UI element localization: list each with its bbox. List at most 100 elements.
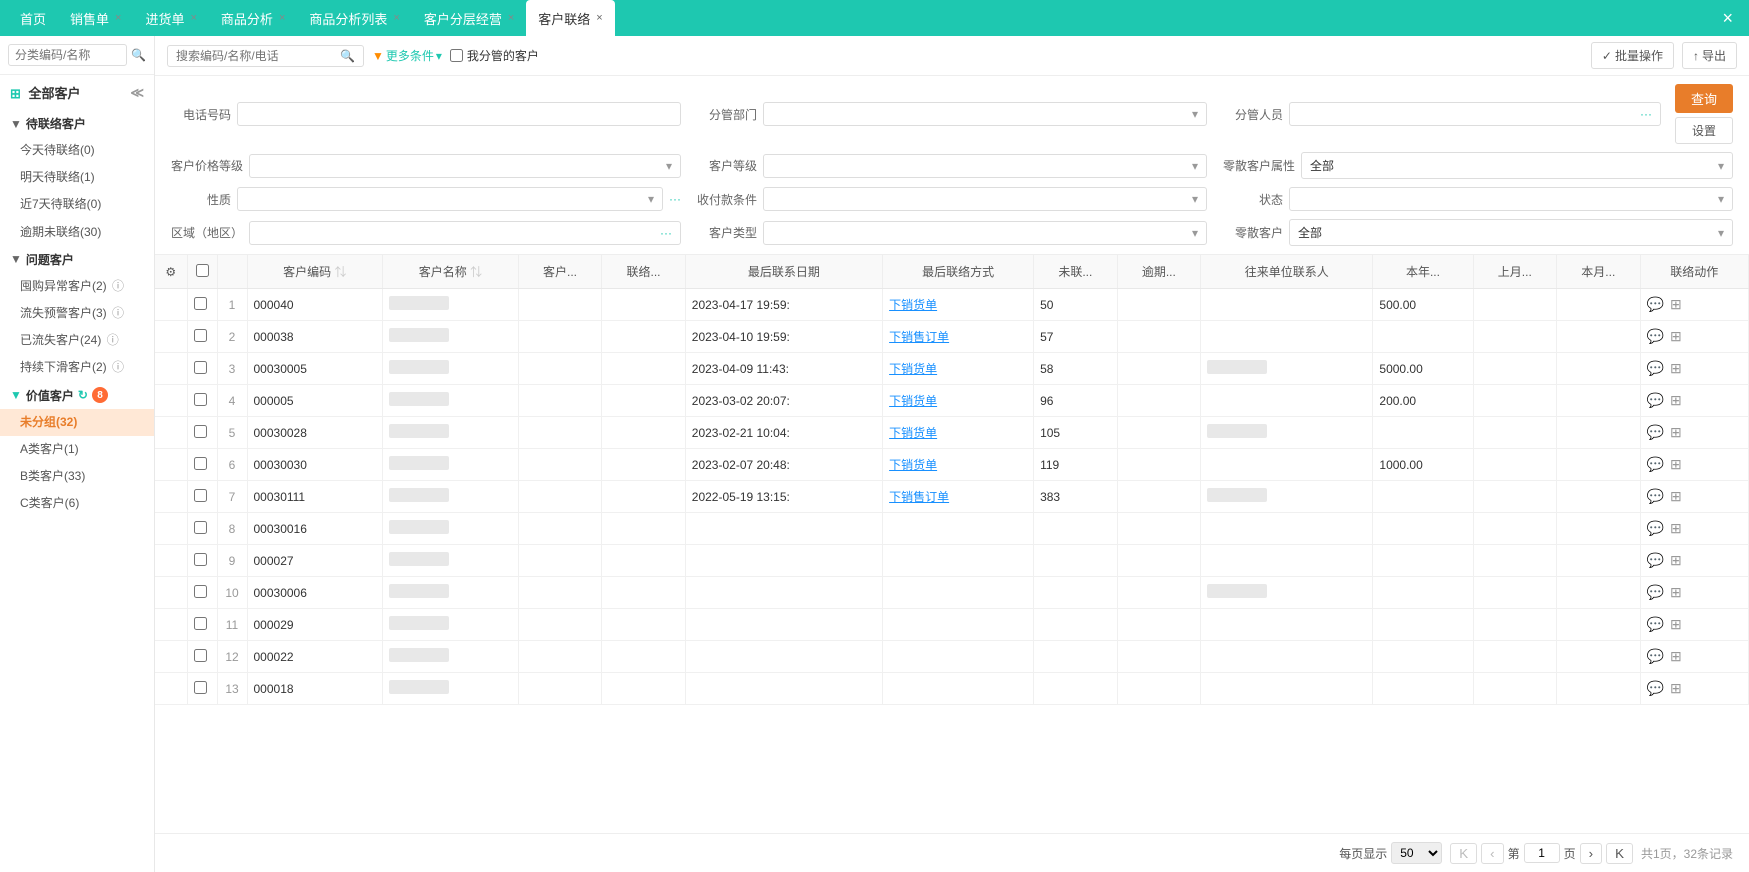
row-last-contact-method[interactable]: 下销售订单	[883, 321, 1034, 353]
grid-action-icon[interactable]: ⊞	[1670, 584, 1682, 601]
col-name[interactable]: 客户名称 ⇅	[383, 255, 519, 289]
row-last-contact-method[interactable]: 下销货单	[883, 385, 1034, 417]
prev-btn[interactable]: ‹	[1481, 843, 1503, 864]
col-code[interactable]: 客户编码 ⇅	[247, 255, 383, 289]
col-current-month[interactable]: 本月...	[1557, 255, 1641, 289]
grid-action-icon[interactable]: ⊞	[1670, 360, 1682, 377]
col-unit-contact[interactable]: 往来单位联系人	[1201, 255, 1373, 289]
tab-sales-close[interactable]: ×	[115, 12, 121, 24]
tab-customer-contact-close[interactable]: ×	[596, 12, 602, 24]
row-check-2[interactable]	[194, 361, 207, 374]
export-btn[interactable]: ↑ 导出	[1682, 42, 1737, 69]
sidebar-item-declining[interactable]: 持续下滑客户(2) ⓘ	[0, 354, 154, 381]
sidebar-item-churn-warning[interactable]: 流失预警客户(3) ⓘ	[0, 300, 154, 327]
row-last-contact-method[interactable]	[883, 641, 1034, 673]
grid-action-icon[interactable]: ⊞	[1670, 424, 1682, 441]
gender-dots[interactable]: ···	[669, 192, 681, 206]
my-customers-checkbox[interactable]: 我分管的客户	[450, 47, 539, 64]
row-checkbox[interactable]	[187, 545, 217, 577]
row-last-contact-method[interactable]	[883, 609, 1034, 641]
comment-action-icon[interactable]: 💬	[1647, 520, 1664, 537]
row-check-5[interactable]	[194, 457, 207, 470]
row-check-7[interactable]	[194, 521, 207, 534]
search-input[interactable]	[176, 49, 336, 63]
sidebar-item-tomorrow[interactable]: 明天待联络(1)	[0, 164, 154, 191]
tab-customer-segment-close[interactable]: ×	[508, 12, 514, 24]
tab-analysis[interactable]: 商品分析 ×	[209, 0, 297, 36]
page-input[interactable]	[1524, 843, 1560, 863]
row-checkbox[interactable]	[187, 513, 217, 545]
sidebar-group-value[interactable]: ▼ 价值客户 ↻ 8	[0, 382, 154, 409]
sidebar-item-7days[interactable]: 近7天待联络(0)	[0, 191, 154, 218]
row-checkbox[interactable]	[187, 289, 217, 321]
tab-purchase[interactable]: 进货单 ×	[133, 0, 208, 36]
col-last-contact-date[interactable]: 最后联系日期	[685, 255, 882, 289]
phone-input[interactable]	[237, 102, 681, 126]
sidebar-all-customers[interactable]: ⊞ 全部客户 ≪	[0, 75, 154, 110]
comment-action-icon[interactable]: 💬	[1647, 456, 1664, 473]
search-icon[interactable]: 🔍	[340, 49, 355, 63]
col-last-month[interactable]: 上月...	[1473, 255, 1557, 289]
select-all-checkbox[interactable]	[196, 264, 209, 277]
sidebar-item-churned[interactable]: 已流失客户(24) ⓘ	[0, 327, 154, 354]
comment-action-icon[interactable]: 💬	[1647, 328, 1664, 345]
reset-button[interactable]: 设置	[1675, 117, 1733, 144]
row-last-contact-method[interactable]	[883, 513, 1034, 545]
region-select[interactable]: ···	[249, 221, 681, 245]
query-button[interactable]: 查询	[1675, 84, 1733, 113]
col-contact[interactable]: 联络...	[602, 255, 686, 289]
tab-sales[interactable]: 销售单 ×	[58, 0, 133, 36]
grid-action-icon[interactable]: ⊞	[1670, 552, 1682, 569]
price-grade-select[interactable]: ▾	[249, 154, 681, 178]
col-last-contact-method[interactable]: 最后联络方式	[883, 255, 1034, 289]
col-current-year[interactable]: 本年...	[1373, 255, 1473, 289]
row-checkbox[interactable]	[187, 417, 217, 449]
row-checkbox[interactable]	[187, 321, 217, 353]
row-check-11[interactable]	[194, 649, 207, 662]
row-check-4[interactable]	[194, 425, 207, 438]
tab-analysis-close[interactable]: ×	[279, 12, 285, 24]
comment-action-icon[interactable]: 💬	[1647, 648, 1664, 665]
sidebar-item-today[interactable]: 今天待联络(0)	[0, 137, 154, 164]
row-checkbox[interactable]	[187, 609, 217, 641]
next-btn[interactable]: ›	[1580, 843, 1602, 864]
row-checkbox[interactable]	[187, 481, 217, 513]
grid-action-icon[interactable]: ⊞	[1670, 296, 1682, 313]
row-checkbox[interactable]	[187, 641, 217, 673]
row-check-0[interactable]	[194, 297, 207, 310]
settings-icon[interactable]: ⚙	[165, 265, 176, 279]
row-check-3[interactable]	[194, 393, 207, 406]
payment-select[interactable]: ▾	[763, 187, 1207, 211]
grid-action-icon[interactable]: ⊞	[1670, 616, 1682, 633]
sidebar-item-ungrouped[interactable]: 未分组(32)	[0, 409, 154, 436]
comment-action-icon[interactable]: 💬	[1647, 680, 1664, 697]
my-customers-check[interactable]	[450, 49, 463, 62]
grid-action-icon[interactable]: ⊞	[1670, 680, 1682, 697]
col-settings[interactable]: ⚙	[155, 255, 187, 289]
status-select[interactable]: ▾	[1289, 187, 1733, 211]
tab-customer-contact[interactable]: 客户联络 ×	[526, 0, 614, 36]
row-last-contact-method[interactable]: 下销货单	[883, 353, 1034, 385]
batch-operations-btn[interactable]: ✓ 批量操作	[1591, 42, 1674, 69]
row-last-contact-method[interactable]: 下销货单	[883, 289, 1034, 321]
row-check-6[interactable]	[194, 489, 207, 502]
row-last-contact-method[interactable]	[883, 545, 1034, 577]
comment-action-icon[interactable]: 💬	[1647, 616, 1664, 633]
sidebar-group-pending[interactable]: ▼ 待联络客户	[0, 110, 154, 137]
sidebar-item-overdue[interactable]: 逾期未联络(30)	[0, 219, 154, 246]
zero-retail-attr-select[interactable]: 全部 ▾	[1301, 152, 1733, 179]
sidebar-item-stockpile-abnormal[interactable]: 囤购异常客户(2) ⓘ	[0, 273, 154, 300]
tab-purchase-close[interactable]: ×	[190, 12, 196, 24]
col-overdue[interactable]: 逾期...	[1117, 255, 1201, 289]
personnel-select[interactable]: ···	[1289, 102, 1661, 126]
row-checkbox[interactable]	[187, 353, 217, 385]
zero-retail-select[interactable]: 全部 ▾	[1289, 219, 1733, 246]
sidebar-group-problem[interactable]: ▼ 问题客户	[0, 246, 154, 273]
row-check-12[interactable]	[194, 681, 207, 694]
row-check-1[interactable]	[194, 329, 207, 342]
row-check-8[interactable]	[194, 553, 207, 566]
tab-analysis-list[interactable]: 商品分析列表 ×	[297, 0, 411, 36]
comment-action-icon[interactable]: 💬	[1647, 584, 1664, 601]
grid-action-icon[interactable]: ⊞	[1670, 456, 1682, 473]
grid-action-icon[interactable]: ⊞	[1670, 648, 1682, 665]
